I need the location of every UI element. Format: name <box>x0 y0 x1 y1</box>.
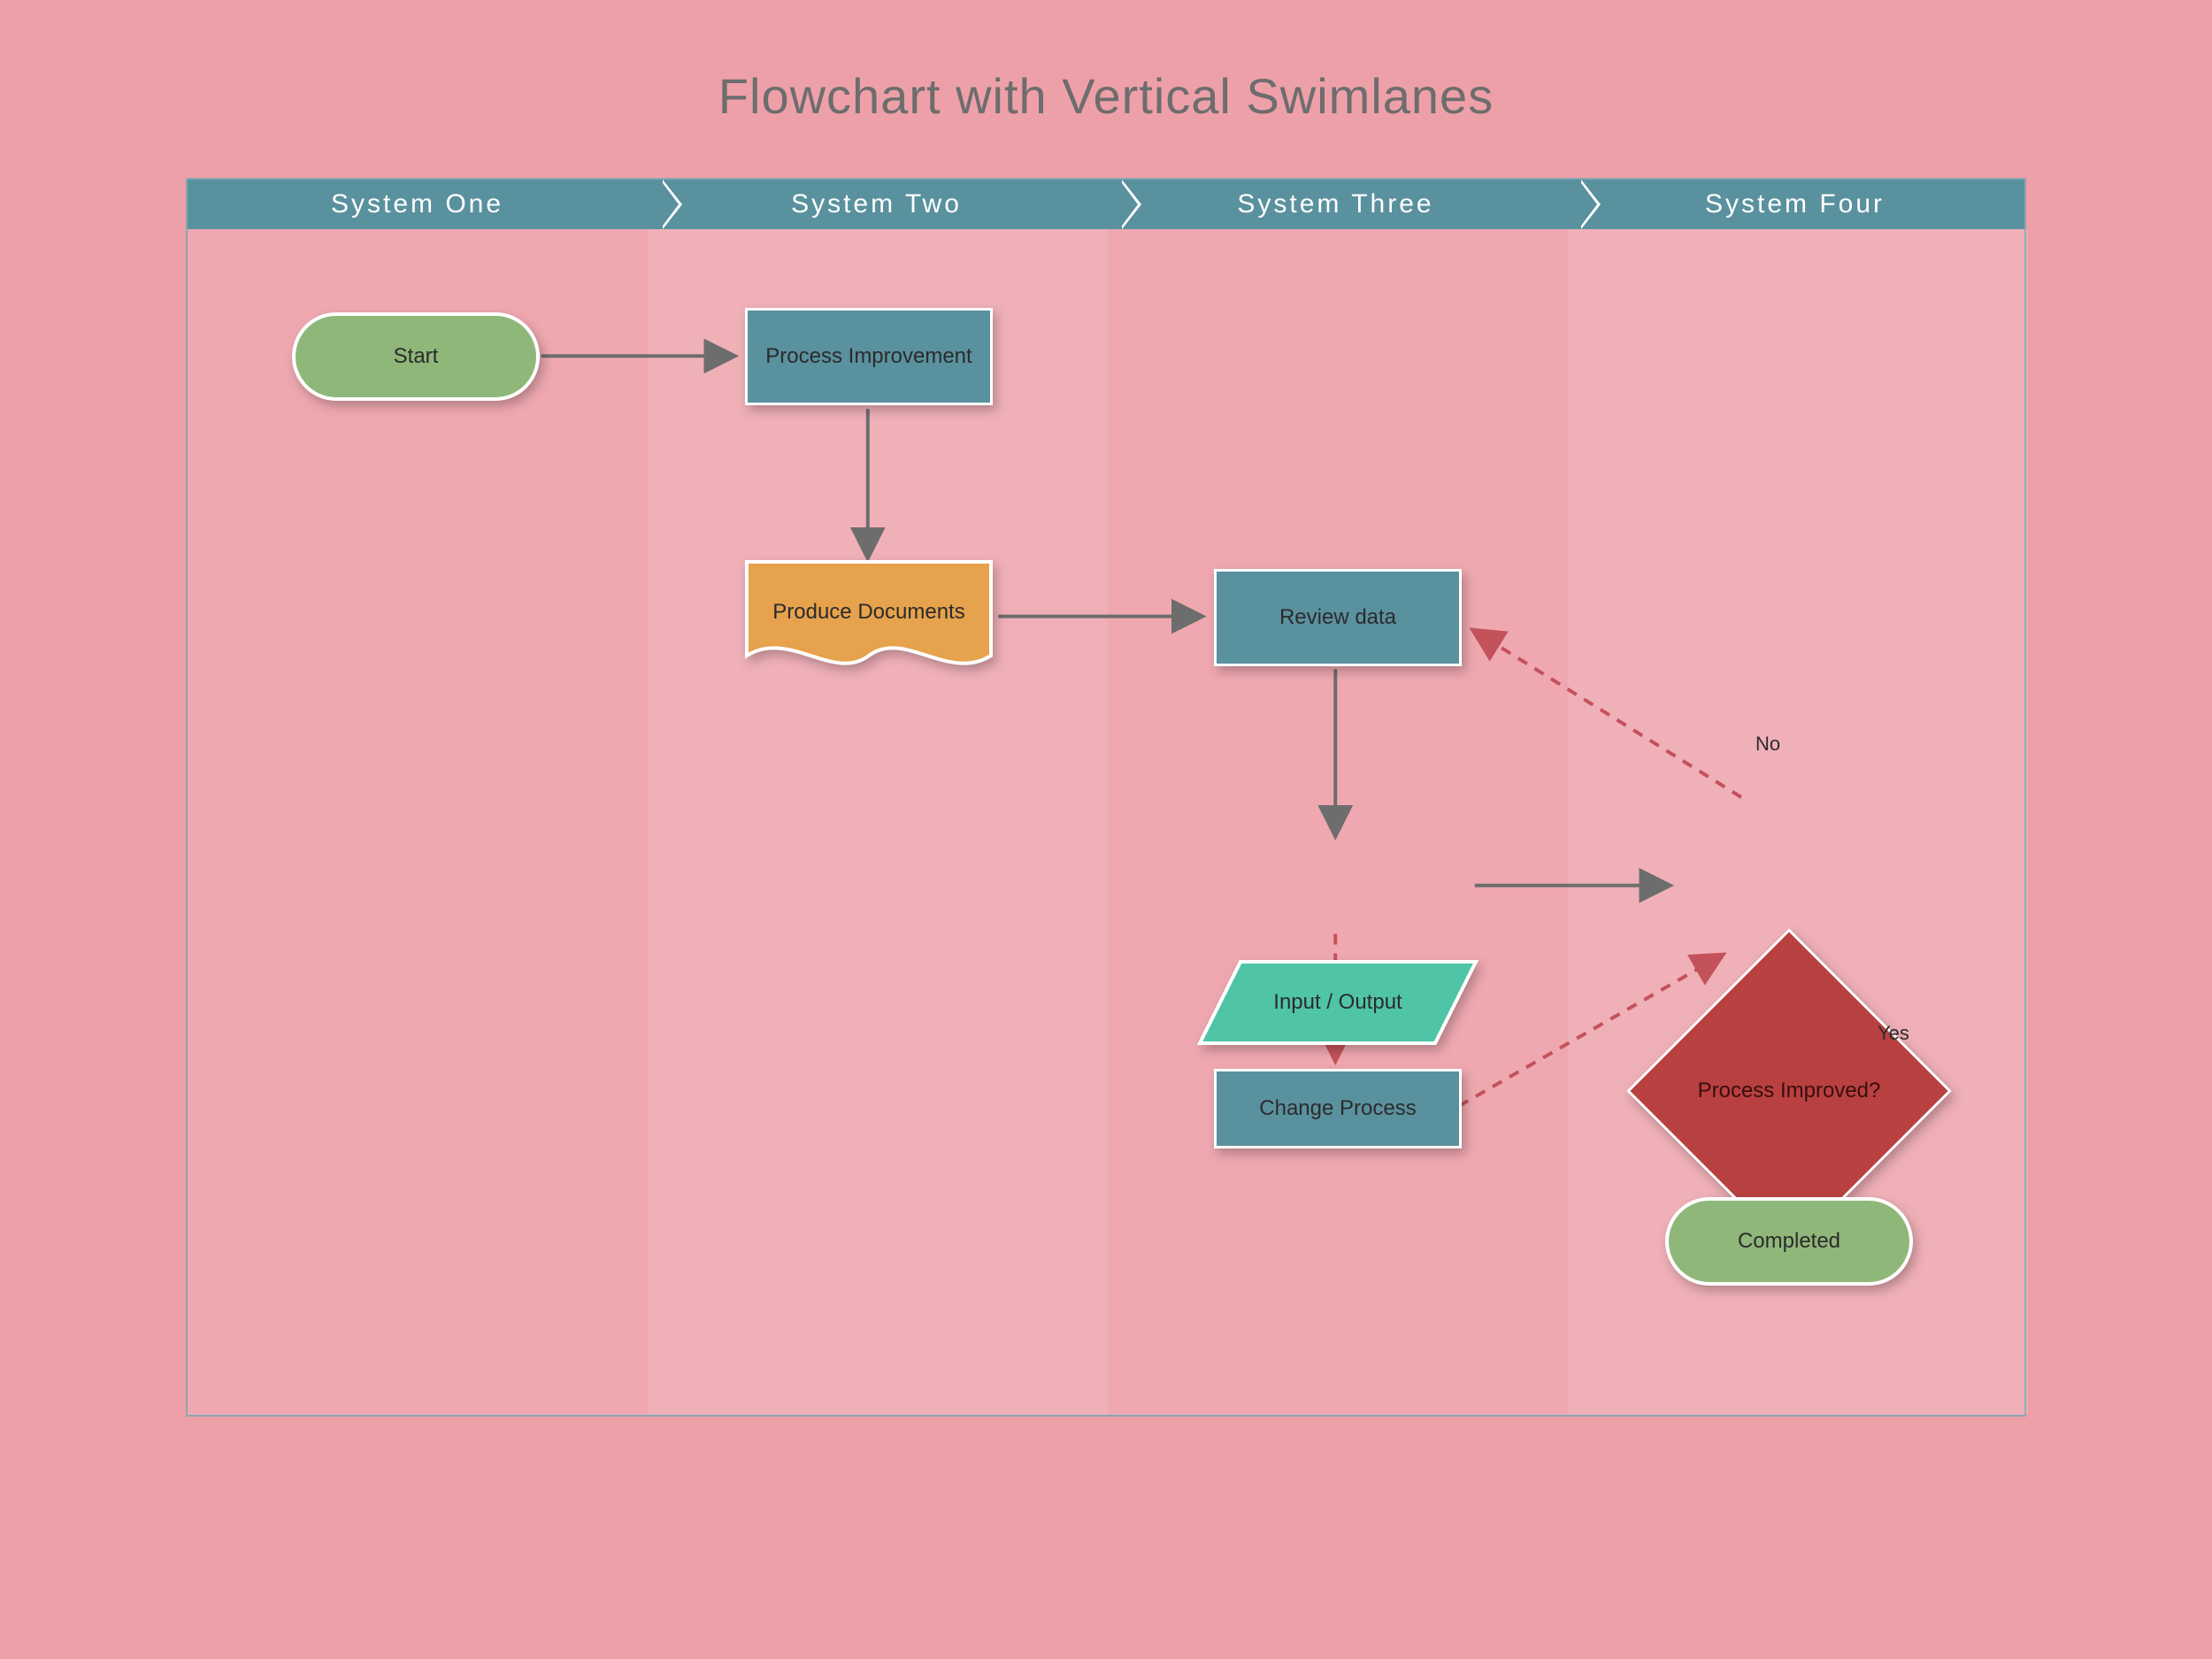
edge-label-yes: Yes <box>1878 1022 1909 1045</box>
node-process-improvement: Process Improvement <box>745 308 993 405</box>
lane-bg-1 <box>188 229 648 1415</box>
lane-header-label: System One <box>331 189 503 219</box>
node-input-output: Input / Output <box>1196 958 1479 1047</box>
node-completed: Completed <box>1665 1197 1913 1286</box>
lane-header-label: System Three <box>1237 189 1433 219</box>
node-process-improved: Process Improved? <box>1674 976 1904 1206</box>
node-label: Start <box>394 344 439 369</box>
node-label: Change Process <box>1259 1096 1416 1121</box>
lane-bg-3 <box>1108 229 1568 1415</box>
node-label: Review data <box>1279 605 1396 630</box>
node-label: Input / Output <box>1273 990 1402 1015</box>
lane-header-label: System Four <box>1705 189 1885 219</box>
node-label: Produce Documents <box>772 600 964 625</box>
lane-header-system-three: System Three <box>1106 180 1565 229</box>
node-review-data: Review data <box>1214 569 1462 666</box>
lane-header-system-one: System One <box>188 180 647 229</box>
node-label: Process Improvement <box>765 344 972 369</box>
lane-header-system-two: System Two <box>647 180 1106 229</box>
node-start: Start <box>292 312 540 401</box>
lane-bg-2 <box>648 229 1108 1415</box>
edge-label-no: No <box>1755 733 1780 756</box>
swimlane-canvas: System One System Two System Three Syste… <box>186 178 2026 1417</box>
node-produce-documents: Produce Documents <box>745 560 993 675</box>
node-label: Process Improved? <box>1698 1079 1881 1103</box>
node-label: Completed <box>1738 1229 1840 1254</box>
lane-header-system-four: System Four <box>1565 180 2024 229</box>
lane-header-row: System One System Two System Three Syste… <box>188 180 2024 229</box>
node-change-process: Change Process <box>1214 1069 1462 1148</box>
lane-header-label: System Two <box>791 189 962 219</box>
diagram-title: Flowchart with Vertical Swimlanes <box>718 67 1494 125</box>
